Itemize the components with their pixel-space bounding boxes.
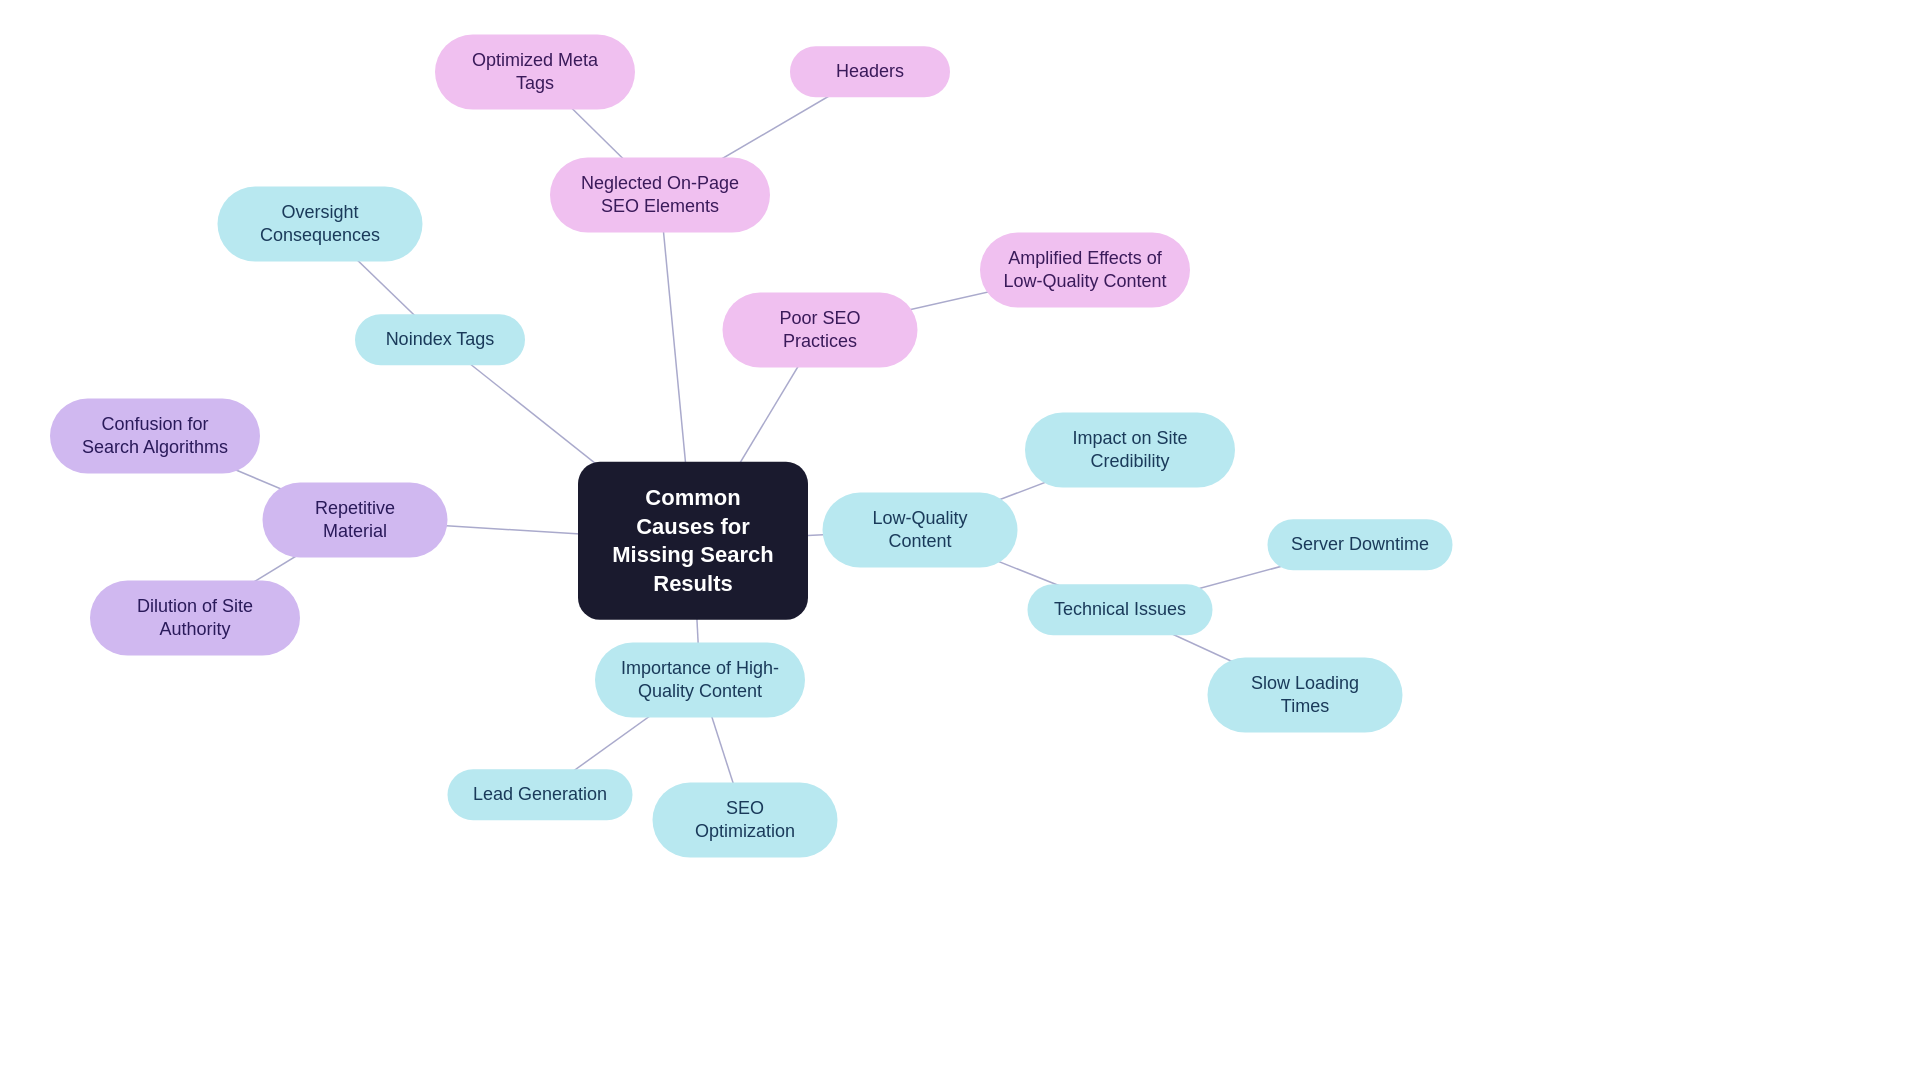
node-importanceHighQuality[interactable]: Importance of High-Quality Content [595, 643, 805, 718]
node-repetitiveMaterial[interactable]: Repetitive Material [263, 483, 448, 558]
node-poorSEO[interactable]: Poor SEO Practices [723, 293, 918, 368]
node-oversightConsequences[interactable]: Oversight Consequences [218, 187, 423, 262]
node-lowQualityContent[interactable]: Low-Quality Content [823, 493, 1018, 568]
node-technicalIssues[interactable]: Technical Issues [1028, 584, 1213, 635]
node-dilutionSiteAuthority[interactable]: Dilution of Site Authority [90, 581, 300, 656]
node-amplifiedEffects[interactable]: Amplified Effects of Low-Quality Content [980, 233, 1190, 308]
node-confusionSearchAlgorithms[interactable]: Confusion for Search Algorithms [50, 399, 260, 474]
node-center[interactable]: Common Causes for Missing Search Results [578, 462, 808, 620]
node-noindexTags[interactable]: Noindex Tags [355, 314, 525, 365]
mindmap-container: Common Causes for Missing Search Results… [0, 0, 1920, 1083]
node-serverDowntime[interactable]: Server Downtime [1268, 519, 1453, 570]
node-impactSiteCredibility[interactable]: Impact on Site Credibility [1025, 413, 1235, 488]
node-headers[interactable]: Headers [790, 46, 950, 97]
node-leadGeneration[interactable]: Lead Generation [448, 769, 633, 820]
node-optimizedMetaTags[interactable]: Optimized Meta Tags [435, 35, 635, 110]
node-slowLoadingTimes[interactable]: Slow Loading Times [1208, 658, 1403, 733]
node-neglectedOnPage[interactable]: Neglected On-Page SEO Elements [550, 158, 770, 233]
node-seoOptimization[interactable]: SEO Optimization [653, 783, 838, 858]
